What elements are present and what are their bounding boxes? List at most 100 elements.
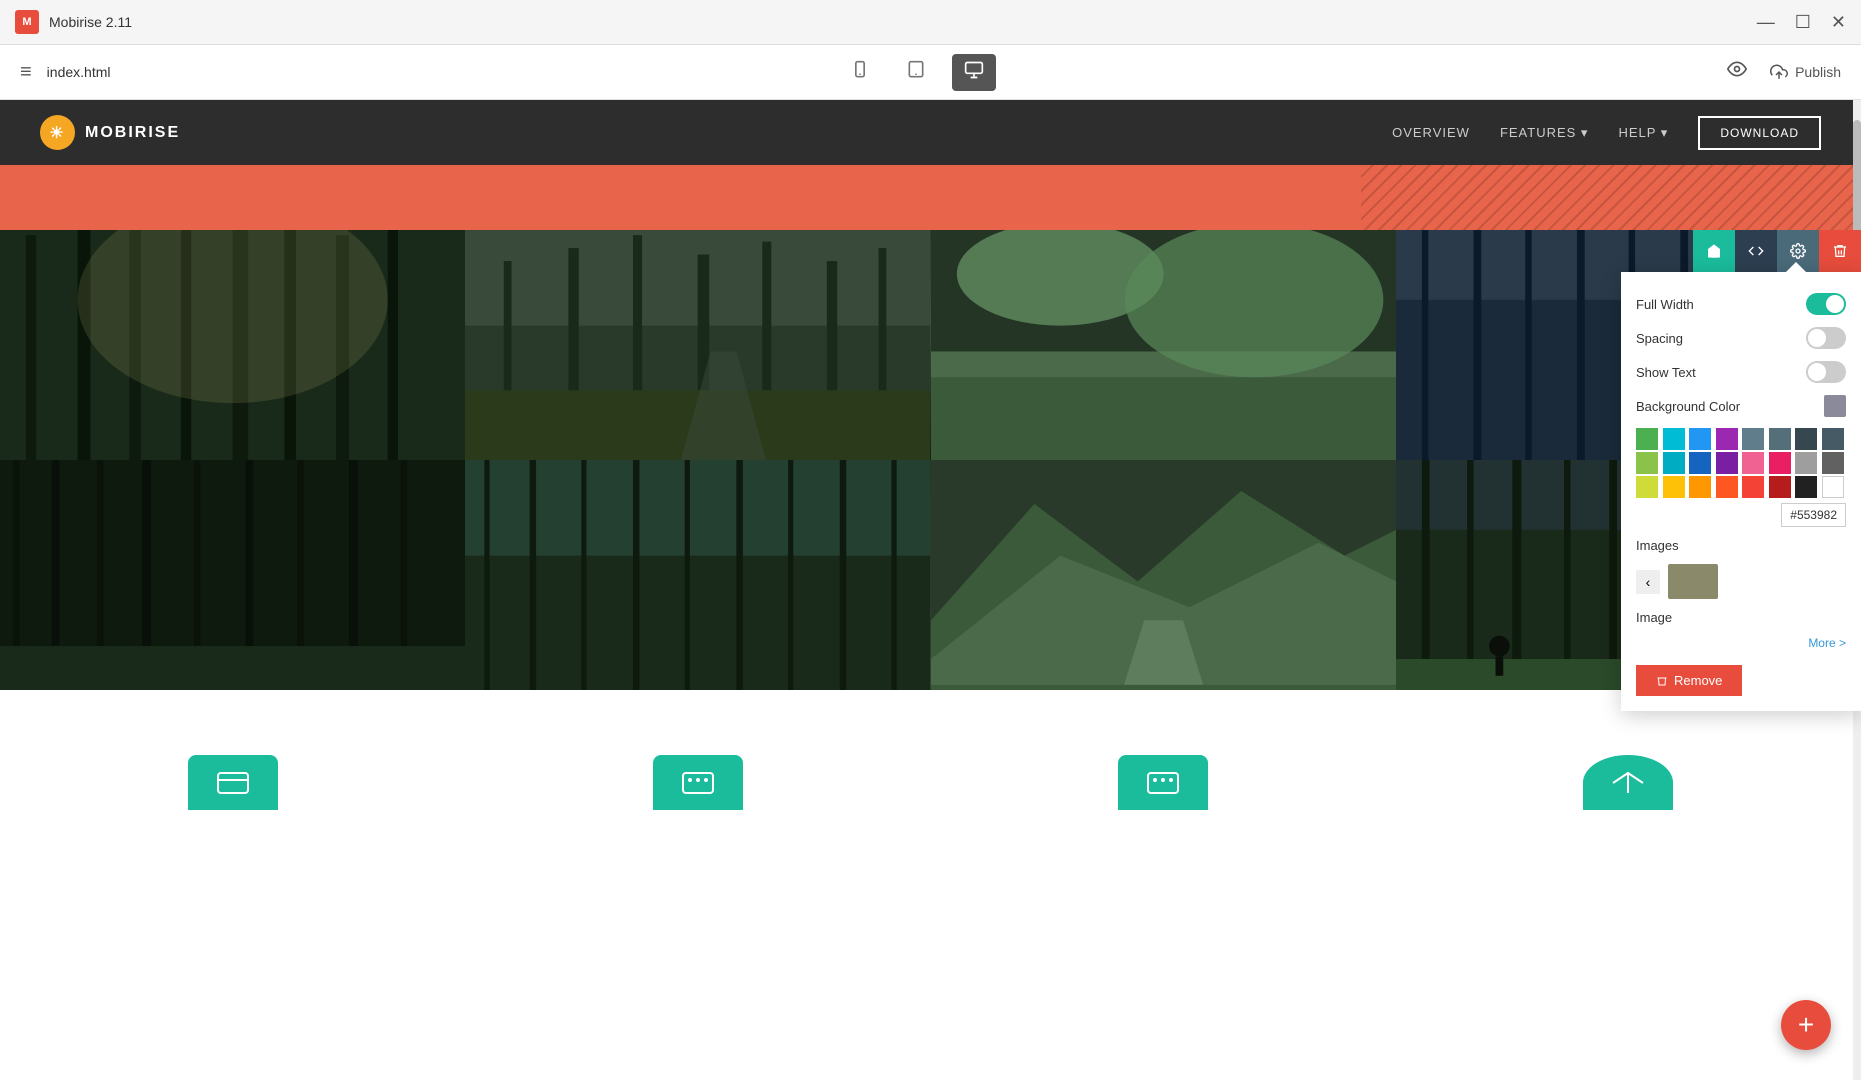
more-link[interactable]: More > — [1621, 631, 1861, 655]
color-swatch-slate[interactable] — [1822, 428, 1844, 450]
show-text-label: Show Text — [1636, 365, 1696, 380]
color-swatch-darkpurple[interactable] — [1716, 452, 1738, 474]
toolbar: ≡ index.html — [0, 45, 1861, 100]
show-text-toggle[interactable] — [1806, 361, 1846, 383]
eye-icon — [1725, 59, 1749, 79]
bottom-icon-svg-4 — [1608, 768, 1648, 798]
site-logo: ☀ MOBIRISE — [40, 115, 180, 150]
add-section-button[interactable]: + — [1781, 1000, 1831, 1050]
color-swatch-white[interactable] — [1822, 476, 1844, 498]
tablet-view-button[interactable] — [895, 54, 937, 91]
show-text-row: Show Text — [1621, 355, 1861, 389]
image-label-row: Image — [1621, 604, 1861, 631]
image-thumb-row: ‹ — [1621, 559, 1861, 604]
bottom-icon-2 — [653, 755, 743, 810]
color-swatch-darkercyan[interactable] — [1663, 452, 1685, 474]
gallery-cell-3 — [931, 230, 1396, 460]
color-grid — [1636, 428, 1846, 498]
images-label: Images — [1636, 538, 1679, 553]
spacing-toggle[interactable] — [1806, 327, 1846, 349]
color-swatch-bluegrey[interactable] — [1742, 428, 1764, 450]
color-swatch-lightgreen[interactable] — [1636, 452, 1658, 474]
code-button[interactable] — [1735, 230, 1777, 272]
scrollbar-thumb[interactable] — [1853, 120, 1861, 240]
color-swatch-deeporange[interactable] — [1716, 476, 1738, 498]
color-swatch-hotpink[interactable] — [1769, 452, 1791, 474]
nav-help[interactable]: HELP ▾ — [1618, 125, 1668, 141]
color-swatch-purple[interactable] — [1716, 428, 1738, 450]
color-swatch-lime[interactable] — [1636, 476, 1658, 498]
desktop-icon — [962, 60, 986, 80]
sun-icon: ☀ — [49, 123, 65, 143]
nav-overview[interactable]: OVERVIEW — [1392, 125, 1470, 140]
publish-label: Publish — [1795, 64, 1841, 80]
color-swatch-cyan[interactable] — [1663, 428, 1685, 450]
section-actions — [1693, 230, 1861, 272]
spacing-row: Spacing — [1621, 321, 1861, 355]
color-swatch-blue[interactable] — [1689, 428, 1711, 450]
desktop-view-button[interactable] — [952, 54, 996, 91]
app-logo: M — [15, 10, 39, 34]
forest-svg-2 — [465, 230, 930, 460]
toolbar-center — [840, 54, 996, 91]
remove-button[interactable]: Remove — [1636, 665, 1742, 696]
full-width-toggle[interactable] — [1806, 293, 1846, 315]
bg-color-label: Background Color — [1636, 399, 1740, 414]
remove-trash-icon — [1656, 675, 1668, 687]
menu-icon[interactable]: ≡ — [20, 61, 32, 84]
maximize-button[interactable]: ☐ — [1795, 12, 1811, 33]
reorder-button[interactable] — [1693, 230, 1735, 272]
remove-btn-row: Remove — [1621, 655, 1861, 701]
close-button[interactable]: ✕ — [1831, 12, 1846, 33]
hex-display-row: #553982 — [1636, 503, 1846, 527]
color-swatch-darkred[interactable] — [1769, 476, 1791, 498]
site-navigation: ☀ MOBIRISE OVERVIEW FEATURES ▾ HELP ▾ DO… — [0, 100, 1861, 165]
nav-download-button[interactable]: DOWNLOAD — [1698, 116, 1821, 150]
images-section-row: Images — [1621, 532, 1861, 559]
color-swatch-amber[interactable] — [1663, 476, 1685, 498]
color-swatch-pink[interactable] — [1742, 452, 1764, 474]
delete-section-button[interactable] — [1819, 230, 1861, 272]
image-thumbnail — [1668, 564, 1718, 599]
publish-button[interactable]: Publish — [1769, 63, 1841, 81]
mobile-view-button[interactable] — [840, 54, 880, 91]
bg-color-swatch[interactable] — [1824, 395, 1846, 417]
minimize-button[interactable]: — — [1757, 12, 1775, 33]
hex-input[interactable]: #553982 — [1781, 503, 1846, 527]
hero-diagonal-pattern — [1361, 165, 1861, 230]
color-swatch-black[interactable] — [1795, 476, 1817, 498]
color-swatch-darkbluegrey[interactable] — [1769, 428, 1791, 450]
nav-features[interactable]: FEATURES ▾ — [1500, 125, 1589, 141]
gallery-cell-6 — [465, 460, 930, 690]
site-logo-text: MOBIRISE — [85, 124, 180, 142]
gallery-grid — [0, 230, 1861, 690]
gear-icon — [1790, 243, 1806, 259]
color-swatch-grey[interactable] — [1795, 452, 1817, 474]
mobile-icon — [850, 60, 870, 80]
bottom-icon-svg-3 — [1143, 768, 1183, 798]
remove-label: Remove — [1674, 673, 1722, 688]
forest-svg-5 — [0, 460, 465, 690]
title-bar: M Mobirise 2.11 — ☐ ✕ — [0, 0, 1861, 45]
color-palette-area: #553982 — [1621, 423, 1861, 527]
bottom-icon-1 — [188, 755, 278, 810]
color-swatch-green[interactable] — [1636, 428, 1658, 450]
color-swatch-red[interactable] — [1742, 476, 1764, 498]
title-bar-controls: — ☐ ✕ — [1757, 12, 1846, 33]
forest-svg-7 — [931, 460, 1396, 690]
full-width-label: Full Width — [1636, 297, 1694, 312]
app-logo-text: M — [22, 16, 31, 28]
color-swatch-darkblue[interactable] — [1689, 452, 1711, 474]
color-swatch-darkgrey[interactable] — [1795, 428, 1817, 450]
bottom-icon-svg-2 — [678, 768, 718, 798]
color-swatch-orange[interactable] — [1689, 476, 1711, 498]
site-logo-icon: ☀ — [40, 115, 75, 150]
gallery-cell-1 — [0, 230, 465, 460]
bottom-icon-svg-1 — [213, 768, 253, 798]
forest-svg-6 — [465, 460, 930, 690]
toolbar-left: ≡ index.html — [20, 61, 110, 84]
image-label: Image — [1636, 610, 1672, 625]
preview-button[interactable] — [1725, 59, 1749, 85]
color-swatch-medgrey[interactable] — [1822, 452, 1844, 474]
prev-image-button[interactable]: ‹ — [1636, 570, 1660, 594]
